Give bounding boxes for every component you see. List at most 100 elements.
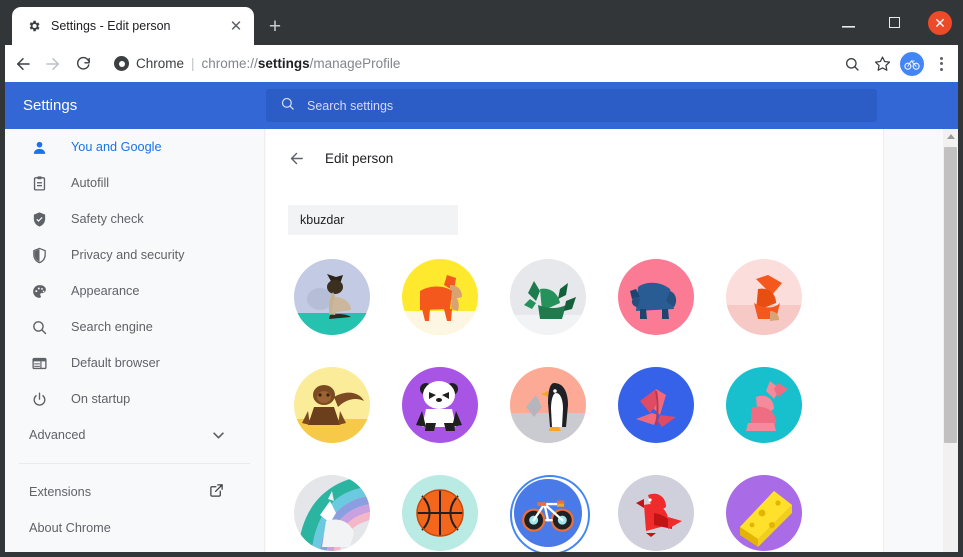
butterfly-icon (618, 367, 694, 443)
profile-avatar-button[interactable] (900, 51, 924, 76)
dragon-icon (510, 259, 586, 335)
sidebar-item-privacy-and-security[interactable]: Privacy and security (5, 237, 264, 273)
address-bar[interactable]: Chrome | chrome://settings/manageProfile (104, 51, 830, 77)
sidebar-item-you-and-google[interactable]: You and Google (5, 129, 264, 165)
palette-icon (29, 281, 49, 301)
close-window-button[interactable]: ✕ (917, 0, 963, 45)
cat-icon (294, 259, 370, 335)
avatar-option-panda[interactable] (386, 367, 494, 443)
new-tab-button[interactable]: + (262, 13, 288, 39)
minimize-button[interactable] (825, 0, 871, 45)
edit-person-panel: Edit person kbuzdar (266, 129, 883, 552)
bookmark-star-icon[interactable] (867, 49, 897, 79)
window-controls: ✕ (825, 0, 963, 45)
search-placeholder: Search settings (307, 98, 394, 113)
avatar-option-unicorn[interactable] (278, 475, 386, 551)
omnibox-separator: | (191, 56, 195, 71)
sidebar-item-about-chrome[interactable]: About Chrome (5, 510, 264, 546)
url-bold-segment: settings (257, 56, 310, 71)
window-border-left (0, 45, 5, 557)
content-right-gutter (883, 129, 958, 552)
profile-name-input[interactable]: kbuzdar (288, 205, 458, 235)
scroll-up-arrow-icon[interactable] (943, 129, 958, 144)
about-chrome-label: About Chrome (29, 521, 111, 535)
avatar-option-dog[interactable] (386, 259, 494, 335)
sidebar-item-label: Autofill (71, 176, 110, 190)
sidebar-item-label: Appearance (71, 284, 140, 298)
browser-tab[interactable]: Settings - Edit person ✕ (12, 7, 254, 45)
browser-window: Settings - Edit person ✕ + ✕ Chrome | ch… (0, 0, 963, 557)
sidebar-item-label: Safety check (71, 212, 144, 226)
avatar-option-basketball[interactable] (386, 475, 494, 551)
sidebar-item-label: On startup (71, 392, 131, 406)
scrollbar-thumb[interactable] (944, 147, 957, 443)
avatar-option-rabbit[interactable] (710, 367, 818, 443)
shield-check-icon (29, 209, 49, 229)
back-button[interactable] (8, 49, 38, 79)
close-tab-icon[interactable]: ✕ (226, 16, 246, 36)
url-prefix: chrome:// (201, 56, 258, 71)
window-border-bottom (0, 552, 963, 557)
advanced-label: Advanced (29, 428, 86, 442)
avatar-option-elephant[interactable] (602, 259, 710, 335)
sidebar-item-search-engine[interactable]: Search engine (5, 309, 264, 345)
tab-title: Settings - Edit person (51, 19, 171, 33)
panel-header: Edit person (266, 129, 883, 169)
rabbit-icon (726, 367, 802, 443)
penguin-icon (510, 367, 586, 443)
bicycle-icon (514, 479, 582, 547)
search-icon (280, 96, 295, 116)
chrome-logo-icon (114, 56, 129, 71)
chevron-down-icon (213, 428, 224, 442)
browser-toolbar: Chrome | chrome://settings/manageProfile (0, 45, 963, 82)
dog-icon (402, 259, 478, 335)
close-icon: ✕ (928, 10, 952, 35)
back-arrow-icon[interactable] (285, 147, 307, 169)
power-icon (29, 389, 49, 409)
avatar-option-cheese[interactable] (710, 475, 818, 551)
three-dot-menu-icon[interactable] (927, 50, 955, 78)
tab-strip: Settings - Edit person ✕ + ✕ (0, 0, 963, 45)
sidebar-item-advanced[interactable]: Advanced (5, 417, 264, 453)
omnibox-url: chrome://settings/manageProfile (202, 56, 401, 71)
sidebar-item-label: Default browser (71, 356, 160, 370)
settings-page: Settings Search settings You and Google (5, 82, 958, 552)
omnibox-scheme-label: Chrome (136, 56, 185, 71)
minimize-icon (841, 15, 855, 31)
avatar-option-fox[interactable] (710, 259, 818, 335)
basketball-icon (402, 475, 478, 551)
shield-icon (29, 245, 49, 265)
url-suffix: /manageProfile (309, 56, 401, 71)
avatar-option-monkey[interactable] (278, 367, 386, 443)
forward-button[interactable] (38, 49, 68, 79)
avatar-option-penguin[interactable] (494, 367, 602, 443)
sidebar-item-autofill[interactable]: Autofill (5, 165, 264, 201)
sidebar-item-label: Search engine (71, 320, 153, 334)
search-settings-input[interactable]: Search settings (266, 89, 877, 122)
page-scrollbar[interactable] (943, 129, 958, 552)
sidebar-item-default-browser[interactable]: Default browser (5, 345, 264, 381)
maximize-icon (888, 17, 900, 28)
page-title: Edit person (325, 150, 394, 166)
avatar-option-dragon[interactable] (494, 259, 602, 335)
avatar-option-cat[interactable] (278, 259, 386, 335)
sidebar-item-extensions[interactable]: Extensions (5, 474, 264, 510)
settings-sidebar: You and Google Autofill Safety check Pri… (5, 129, 265, 552)
avatar-option-bird[interactable] (602, 475, 710, 551)
zoom-search-icon[interactable] (837, 49, 867, 79)
maximize-button[interactable] (871, 0, 917, 45)
avatar-option-butterfly[interactable] (602, 367, 710, 443)
avatar-option-bicycle[interactable] (494, 475, 602, 552)
reload-button[interactable] (68, 49, 98, 79)
sidebar-item-label: You and Google (71, 140, 162, 154)
sidebar-item-appearance[interactable]: Appearance (5, 273, 264, 309)
avatar-grid (278, 259, 883, 552)
panda-icon (402, 367, 478, 443)
unicorn-icon (294, 475, 370, 551)
monkey-icon (294, 367, 370, 443)
sidebar-item-on-startup[interactable]: On startup (5, 381, 264, 417)
elephant-icon (618, 259, 694, 335)
settings-title: Settings (23, 97, 78, 114)
sidebar-item-safety-check[interactable]: Safety check (5, 201, 264, 237)
fox-icon (726, 259, 802, 335)
